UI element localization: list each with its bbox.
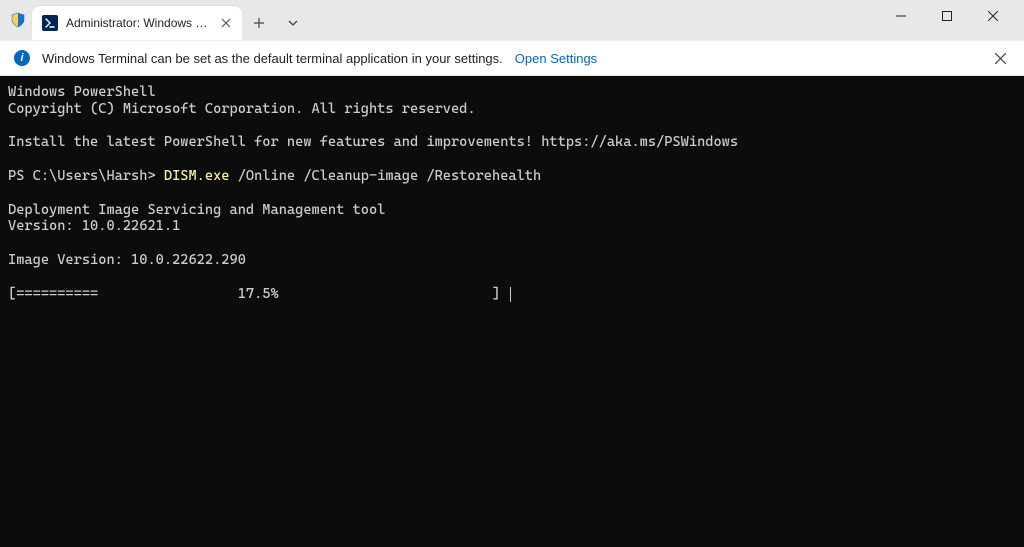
terminal-progress: [========== 17.5% ] <box>8 286 508 302</box>
terminal-line: Version: 10.0.22621.1 <box>8 218 180 234</box>
admin-shield-icon <box>4 0 32 40</box>
info-icon: i <box>14 50 30 66</box>
tab-close-button[interactable] <box>218 15 234 31</box>
terminal-line: Install the latest PowerShell for new fe… <box>8 134 738 150</box>
terminal-line: Windows PowerShell <box>8 84 156 100</box>
open-settings-link[interactable]: Open Settings <box>515 51 597 66</box>
tab-active[interactable]: Administrator: Windows Powe <box>32 6 242 40</box>
info-bar: i Windows Terminal can be set as the def… <box>0 40 1024 76</box>
title-bar: Administrator: Windows Powe <box>0 0 1024 40</box>
info-close-button[interactable] <box>986 44 1014 72</box>
powershell-icon <box>42 15 58 31</box>
window-close-button[interactable] <box>970 0 1016 32</box>
terminal-command-exe: DISM.exe <box>164 168 230 184</box>
terminal-prompt: PS C:\Users\Harsh> <box>8 168 164 184</box>
info-message: Windows Terminal can be set as the defau… <box>42 51 503 66</box>
terminal-line: Copyright (C) Microsoft Corporation. All… <box>8 101 476 117</box>
tab-dropdown-button[interactable] <box>276 6 310 40</box>
terminal-line: Image Version: 10.0.22622.290 <box>8 252 246 268</box>
new-tab-button[interactable] <box>242 6 276 40</box>
window-controls <box>878 0 1016 40</box>
terminal-line: Deployment Image Servicing and Managemen… <box>8 202 385 218</box>
terminal-output[interactable]: Windows PowerShell Copyright (C) Microso… <box>0 76 1024 547</box>
tab-title: Administrator: Windows Powe <box>66 16 210 30</box>
terminal-cursor <box>510 287 511 302</box>
maximize-button[interactable] <box>924 0 970 32</box>
minimize-button[interactable] <box>878 0 924 32</box>
terminal-command-args: /Online /Cleanup-image /Restorehealth <box>229 168 541 184</box>
